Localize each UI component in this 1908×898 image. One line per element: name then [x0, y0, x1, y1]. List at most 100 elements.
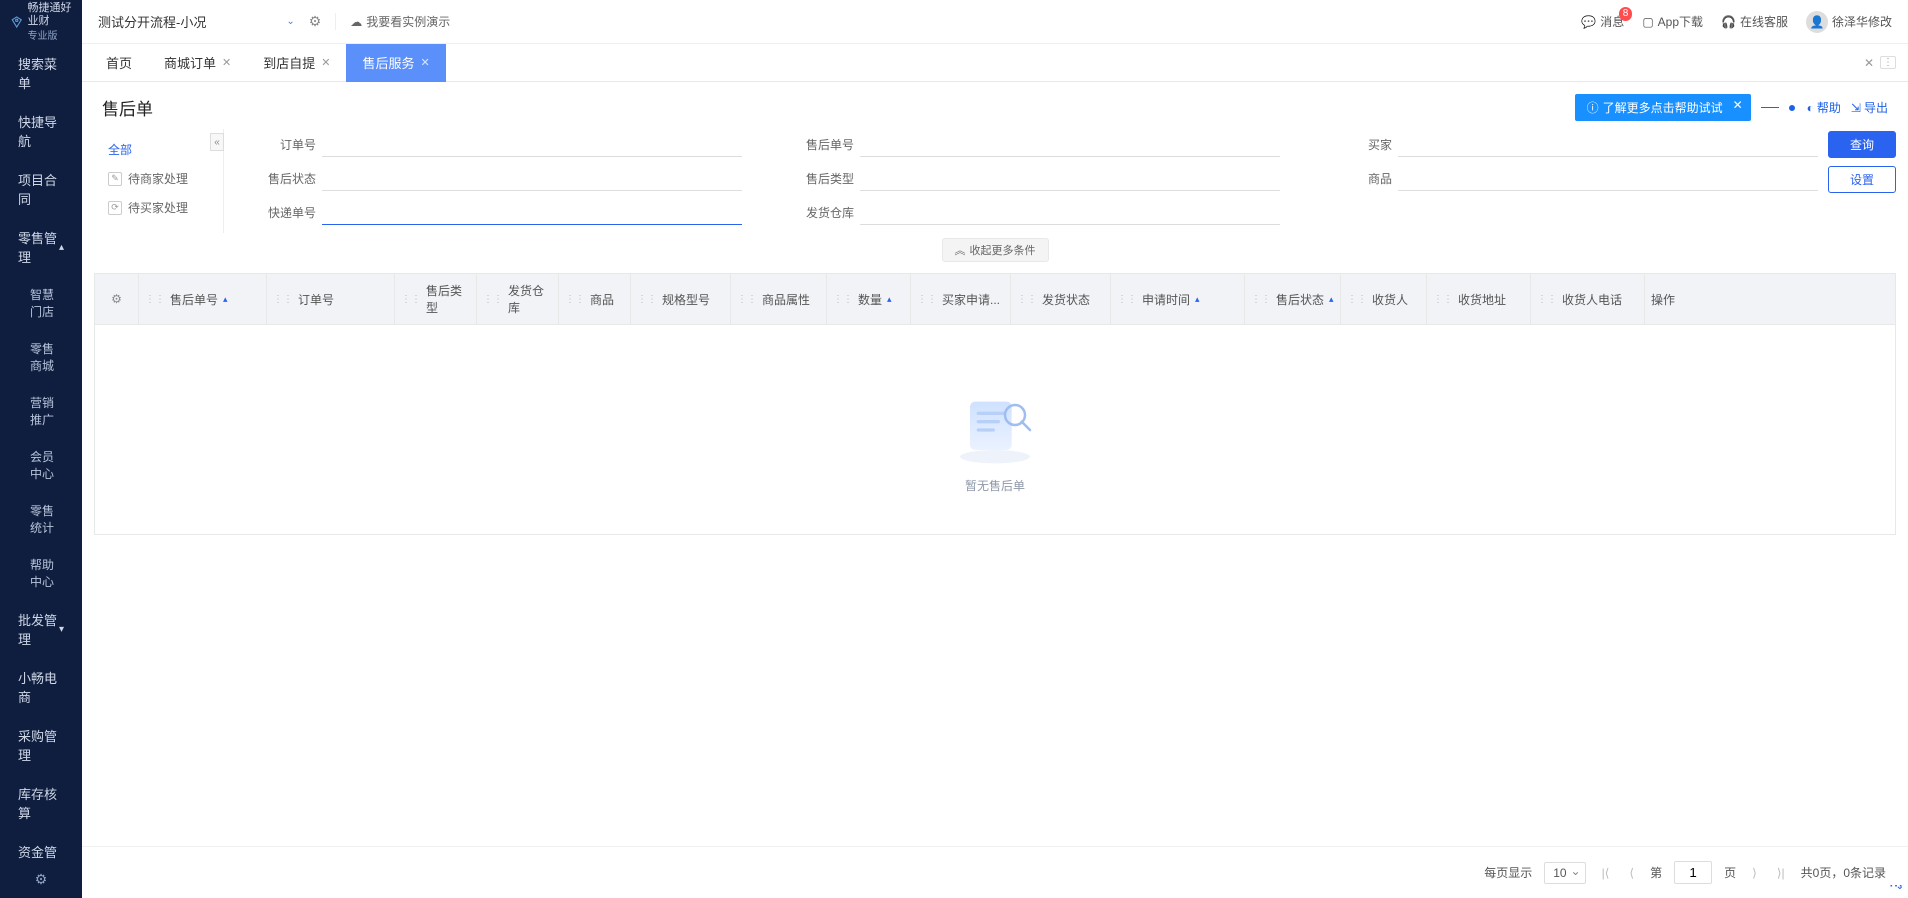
filter-tab[interactable]: 全部	[94, 135, 223, 164]
collapse-filters-button[interactable]: ︽ 收起更多条件	[942, 238, 1049, 262]
column-header[interactable]: ⋮⋮收货人电话	[1531, 274, 1645, 324]
help-tip-banner[interactable]: ⓘ了解更多点击帮助试试 ✕	[1575, 94, 1751, 121]
help-link[interactable]: ◐ 帮助	[1807, 99, 1841, 116]
sidebar-item[interactable]: 库存核算	[0, 774, 82, 832]
export-link[interactable]: ⇲ 导出	[1851, 99, 1888, 116]
column-header[interactable]: ⋮⋮商品属性	[731, 274, 827, 324]
filter-tab[interactable]: ✎待商家处理	[94, 164, 223, 193]
close-icon[interactable]: ✕	[421, 56, 430, 69]
drag-icon[interactable]: ⋮⋮	[273, 294, 293, 305]
brand-edition: 专业版	[27, 27, 72, 42]
column-header[interactable]: ⋮⋮售后类型	[395, 274, 477, 324]
help-icon: ◐	[1807, 101, 1814, 115]
drag-icon[interactable]: ⋮⋮	[401, 294, 421, 305]
column-header[interactable]: ⋮⋮收货地址	[1427, 274, 1531, 324]
drag-icon[interactable]: ⋮⋮	[833, 294, 853, 305]
sidebar-item[interactable]: 搜索菜单	[0, 44, 82, 102]
first-page-icon[interactable]: |⟨	[1598, 864, 1614, 882]
sidebar-subitem[interactable]: 零售统计	[0, 492, 82, 546]
drag-icon[interactable]: ⋮⋮	[565, 294, 585, 305]
sort-icon[interactable]: ▴	[887, 294, 892, 305]
sidebar-subitem[interactable]: 会员中心	[0, 438, 82, 492]
demo-link[interactable]: ☁ 我要看实例演示	[335, 13, 450, 30]
drag-icon[interactable]: ⋮⋮	[1347, 294, 1367, 305]
sort-icon[interactable]: ▴	[1329, 294, 1334, 305]
column-header[interactable]: ⋮⋮收货人	[1341, 274, 1427, 324]
after-status-select[interactable]	[322, 165, 742, 191]
sidebar-item[interactable]: 快捷导航	[0, 102, 82, 160]
sidebar-item[interactable]: 零售管理▴	[0, 218, 82, 276]
close-icon[interactable]: ✕	[321, 56, 330, 69]
tab[interactable]: 到店自提✕	[247, 44, 346, 82]
sidebar-subitem[interactable]: 帮助中心	[0, 546, 82, 600]
warehouse-select[interactable]	[860, 199, 1280, 225]
filter-tab[interactable]: ⟳待买家处理	[94, 193, 223, 222]
next-page-icon[interactable]: ⟩	[1748, 864, 1761, 882]
info-icon: ⓘ	[1587, 101, 1599, 115]
drag-icon[interactable]: ⋮⋮	[1537, 294, 1557, 305]
close-icon[interactable]: ✕	[222, 56, 231, 69]
tab[interactable]: 首页	[90, 44, 148, 82]
sidebar-item[interactable]: 项目合同	[0, 160, 82, 218]
sidebar-item[interactable]: 资金管理	[0, 832, 82, 861]
sidebar-item[interactable]: 批发管理▾	[0, 600, 82, 658]
column-header[interactable]: ⋮⋮数量▴	[827, 274, 911, 324]
customer-service-link[interactable]: 🎧 在线客服	[1721, 13, 1788, 30]
column-header[interactable]: ⋮⋮规格型号	[631, 274, 731, 324]
drag-icon[interactable]: ⋮⋮	[737, 294, 757, 305]
sidebar-settings-icon[interactable]: ⚙	[0, 861, 82, 898]
results-table: ⚙ ⋮⋮售后单号▴⋮⋮订单号⋮⋮售后类型⋮⋮发货仓库⋮⋮商品⋮⋮规格型号⋮⋮商品…	[94, 273, 1896, 535]
tab[interactable]: 售后服务✕	[346, 44, 445, 82]
drag-icon[interactable]: ⋮⋮	[1251, 294, 1271, 305]
sidebar-subitem[interactable]: 智慧门店	[0, 276, 82, 330]
column-header[interactable]: ⋮⋮买家申请...	[911, 274, 1011, 324]
per-page-select[interactable]: 10	[1544, 862, 1585, 884]
tab[interactable]: 商城订单✕	[148, 44, 247, 82]
column-header[interactable]: ⋮⋮发货仓库	[477, 274, 559, 324]
tab-close-all-icon[interactable]: ✕	[1864, 56, 1874, 70]
column-header[interactable]: ⋮⋮商品	[559, 274, 631, 324]
org-settings-icon[interactable]: ⚙	[309, 13, 322, 30]
column-header[interactable]: ⋮⋮发货状态	[1011, 274, 1111, 324]
express-no-input[interactable]	[322, 199, 742, 225]
order-no-input[interactable]	[322, 131, 742, 157]
close-icon[interactable]: ✕	[1733, 98, 1743, 112]
user-menu[interactable]: 👤 徐泽华修改	[1806, 11, 1892, 33]
buyer-input[interactable]	[1398, 131, 1818, 157]
goods-input[interactable]	[1398, 165, 1818, 191]
org-selector[interactable]: 测试分开流程-小况 ⌄	[98, 12, 295, 31]
drag-icon[interactable]: ⋮⋮	[1433, 294, 1453, 305]
messages-link[interactable]: 💬 消息 8	[1581, 13, 1624, 30]
last-page-icon[interactable]: ⟩|	[1773, 864, 1789, 882]
sidebar-item[interactable]: 采购管理	[0, 716, 82, 774]
column-header[interactable]: 操作	[1645, 274, 1895, 324]
sidebar-subitem[interactable]: 零售商城	[0, 330, 82, 384]
sort-icon[interactable]: ▴	[223, 294, 228, 305]
settings-button[interactable]: 设置	[1828, 166, 1896, 193]
tab-more-icon[interactable]: ⋮	[1880, 56, 1896, 69]
drag-icon[interactable]: ⋮⋮	[637, 294, 657, 305]
after-type-select[interactable]	[860, 165, 1280, 191]
drag-icon[interactable]: ⋮⋮	[1117, 294, 1137, 305]
app-download-link[interactable]: ▢ App下载	[1642, 13, 1703, 30]
column-header[interactable]: ⋮⋮订单号	[267, 274, 395, 324]
page-input[interactable]	[1674, 861, 1712, 884]
more-icon[interactable]: ⋯	[1889, 877, 1904, 894]
prev-page-icon[interactable]: ⟨	[1625, 864, 1638, 882]
column-header[interactable]: ⋮⋮申请时间▴	[1111, 274, 1245, 324]
drag-icon[interactable]: ⋮⋮	[483, 294, 503, 305]
table-settings-icon[interactable]: ⚙	[95, 274, 139, 324]
query-button[interactable]: 查询	[1828, 131, 1896, 158]
column-header[interactable]: ⋮⋮售后状态▴	[1245, 274, 1341, 324]
collapse-side-icon[interactable]: «	[210, 133, 224, 151]
after-no-input[interactable]	[860, 131, 1280, 157]
column-header[interactable]: ⋮⋮售后单号▴	[139, 274, 267, 324]
sort-icon[interactable]: ▴	[1195, 294, 1200, 305]
sidebar-subitem[interactable]: 营销推广	[0, 384, 82, 438]
sidebar-item[interactable]: 小畅电商	[0, 658, 82, 716]
empty-text: 暂无售后单	[965, 477, 1025, 494]
drag-icon[interactable]: ⋮⋮	[145, 294, 165, 305]
drag-icon[interactable]: ⋮⋮	[1017, 294, 1037, 305]
drag-icon[interactable]: ⋮⋮	[917, 294, 937, 305]
pagination: 每页显示 10 |⟨ ⟨ 第 页 ⟩ ⟩| 共0页，0条记录	[82, 846, 1908, 898]
